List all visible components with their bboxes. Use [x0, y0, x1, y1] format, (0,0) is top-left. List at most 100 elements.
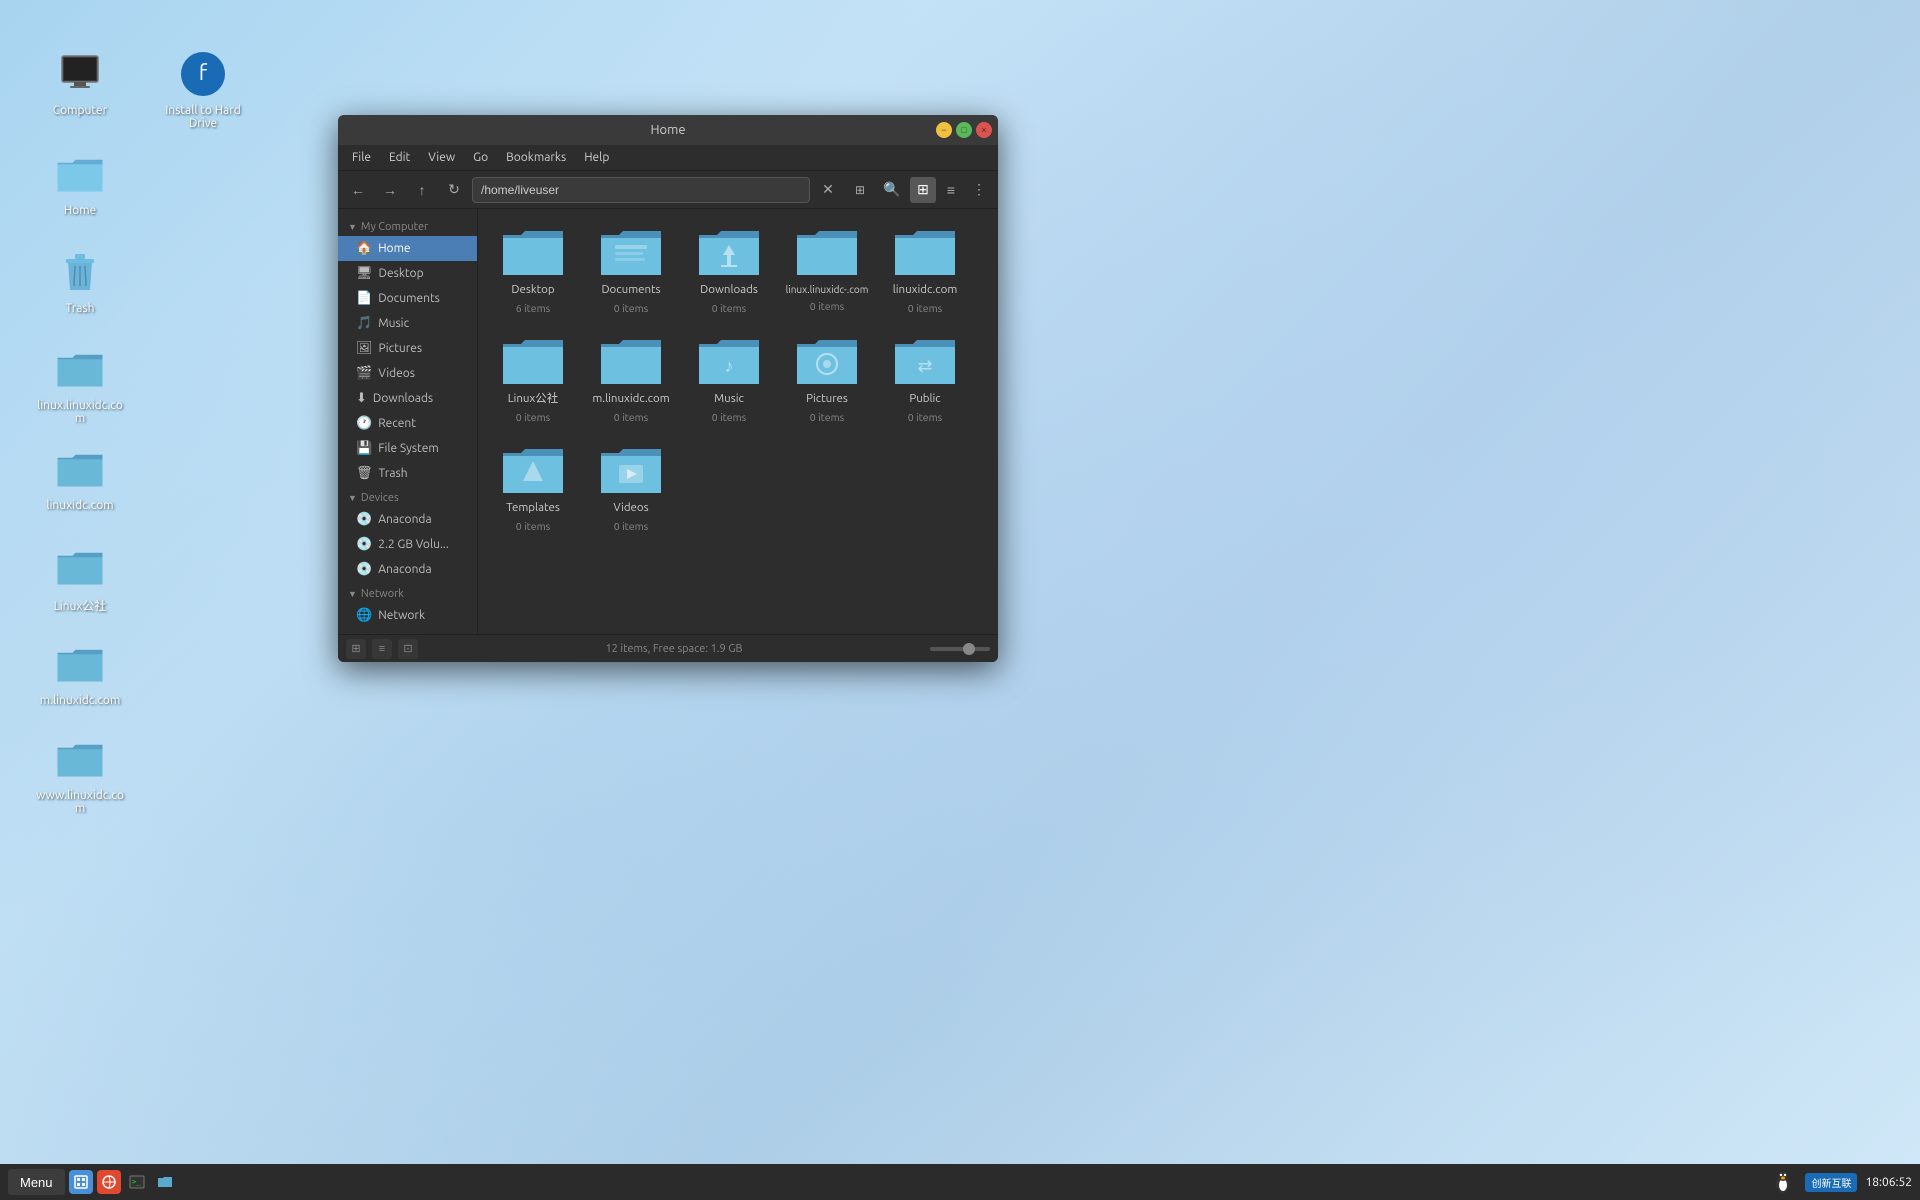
- menu-edit[interactable]: Edit: [381, 148, 418, 167]
- desktop-icon-m-linuxidc[interactable]: m.linuxidc.com: [35, 640, 125, 707]
- file-name: Public: [909, 392, 940, 407]
- file-count: 0 items: [516, 520, 550, 532]
- file-count: 0 items: [810, 411, 844, 423]
- more-options-button[interactable]: ⋮: [966, 177, 992, 203]
- file-name: Downloads: [700, 283, 758, 298]
- file-grid: Desktop 6 items Documents 0 items: [478, 209, 998, 634]
- sidebar-item-network[interactable]: 🌐 Network: [338, 603, 477, 628]
- svg-text:⇄: ⇄: [917, 356, 932, 376]
- sidebar-item-volume[interactable]: 💿 2.2 GB Volu...: [338, 532, 477, 557]
- desktop-icon-label: Trash: [65, 302, 94, 315]
- maximize-button[interactable]: □: [956, 122, 972, 138]
- taskbar-files-icon[interactable]: [69, 1170, 93, 1194]
- sidebar-item-downloads[interactable]: ⬇ Downloads: [338, 386, 477, 411]
- filesystem-icon: 💾: [356, 441, 372, 456]
- file-item[interactable]: linux.linuxidc-.com 0 items: [782, 219, 872, 320]
- desktop-icon-home[interactable]: Home: [35, 150, 125, 217]
- sidebar-item-anaconda2[interactable]: 💿 Anaconda: [338, 557, 477, 582]
- grid-view-button[interactable]: ⊞: [910, 177, 936, 203]
- file-item[interactable]: ♪ Music 0 items: [684, 328, 774, 429]
- folder-icon: [599, 225, 663, 279]
- sidebar-section-my-computer[interactable]: ▼ My Computer: [338, 215, 477, 236]
- file-item[interactable]: Templates 0 items: [488, 437, 578, 538]
- sidebar-item-anaconda1[interactable]: 💿 Anaconda: [338, 507, 477, 532]
- section-label: My Computer: [361, 221, 428, 233]
- desktop-icon-linux-gongse[interactable]: Linux公社: [35, 543, 125, 614]
- menu-help[interactable]: Help: [576, 148, 617, 167]
- sidebar-item-label: Recent: [378, 417, 416, 430]
- file-item[interactable]: Videos 0 items: [586, 437, 676, 538]
- desktop-icon-linux-linuxidc[interactable]: linux.linuxidc.com: [35, 345, 125, 425]
- desktop-icon-label: Home: [64, 204, 96, 217]
- disk-icon2: 💿: [356, 562, 372, 577]
- network-icon: 🌐: [356, 608, 372, 623]
- desktop-icon-si: 🖥: [356, 266, 373, 281]
- taskbar-browser-icon[interactable]: [97, 1170, 121, 1194]
- folder-pictures-icon: [795, 334, 859, 388]
- sidebar-item-home[interactable]: 🏠 Home: [338, 236, 477, 261]
- statusbar-btn2[interactable]: ≡: [372, 639, 392, 659]
- sidebar-item-label: Documents: [378, 292, 440, 305]
- statusbar-btn1[interactable]: ⊞: [346, 639, 366, 659]
- back-button[interactable]: ←: [344, 176, 372, 204]
- desktop-icon-linuxidc[interactable]: linuxidc.com: [35, 445, 125, 512]
- minimize-button[interactable]: −: [936, 122, 952, 138]
- recent-icon: 🕐: [356, 416, 372, 431]
- sidebar-section-network[interactable]: ▼ Network: [338, 582, 477, 603]
- folder-icon: [56, 543, 104, 591]
- taskbar-terminal-icon[interactable]: >_: [125, 1170, 149, 1194]
- address-bar[interactable]: [472, 177, 810, 203]
- clear-address-button[interactable]: ✕: [814, 176, 842, 204]
- up-button[interactable]: ↑: [408, 176, 436, 204]
- file-name: Music: [714, 392, 744, 407]
- file-item[interactable]: Linux公社 0 items: [488, 328, 578, 429]
- file-name: linux.linuxidc-.com: [786, 283, 869, 296]
- menu-go[interactable]: Go: [465, 148, 496, 167]
- refresh-button[interactable]: ↻: [440, 176, 468, 204]
- file-item[interactable]: linuxidc.com 0 items: [880, 219, 970, 320]
- menu-file[interactable]: File: [344, 148, 379, 167]
- file-item[interactable]: Desktop 6 items: [488, 219, 578, 320]
- file-item[interactable]: Documents 0 items: [586, 219, 676, 320]
- file-name: Desktop: [511, 283, 554, 298]
- sidebar-item-label: Anaconda: [378, 513, 431, 526]
- sidebar-item-label: Trash: [379, 467, 408, 480]
- statusbar-btn3[interactable]: ⊡: [398, 639, 418, 659]
- sidebar-item-music[interactable]: 🎵 Music: [338, 311, 477, 336]
- sidebar-item-label: Pictures: [379, 342, 423, 355]
- sidebar-item-pictures[interactable]: 🖼 Pictures: [338, 336, 477, 361]
- install-icon: f: [179, 50, 227, 98]
- file-item[interactable]: ⇄ Public 0 items: [880, 328, 970, 429]
- file-item[interactable]: Downloads 0 items: [684, 219, 774, 320]
- new-tab-button[interactable]: ⊞: [846, 176, 874, 204]
- search-button[interactable]: 🔍: [878, 176, 906, 204]
- list-view-button[interactable]: ≡: [938, 177, 964, 203]
- desktop-icon-trash[interactable]: Trash: [35, 248, 125, 315]
- desktop-icon-www-linuxidc[interactable]: www.linuxidc.com: [35, 735, 125, 815]
- sidebar-item-trash[interactable]: 🗑 Trash: [338, 461, 477, 486]
- forward-button[interactable]: →: [376, 176, 404, 204]
- file-name: Documents: [601, 283, 660, 298]
- desktop-icon-label: m.linuxidc.com: [40, 694, 121, 707]
- sidebar-item-recent[interactable]: 🕐 Recent: [338, 411, 477, 436]
- sidebar-item-videos[interactable]: 🎬 Videos: [338, 361, 477, 386]
- desktop-icon-label: Linux公社: [54, 597, 107, 614]
- menu-bookmarks[interactable]: Bookmarks: [498, 148, 574, 167]
- svg-text:>_: >_: [132, 1178, 141, 1186]
- taskbar-fm-icon[interactable]: [153, 1170, 177, 1194]
- file-item[interactable]: Pictures 0 items: [782, 328, 872, 429]
- desktop-icon-install[interactable]: f Install to Hard Drive: [158, 50, 248, 130]
- desktop-icon-computer[interactable]: Computer: [35, 50, 125, 117]
- file-name: Linux公社: [508, 392, 559, 407]
- menu-button[interactable]: Menu: [8, 1169, 65, 1195]
- menu-view[interactable]: View: [420, 148, 463, 167]
- zoom-slider[interactable]: [930, 647, 990, 651]
- sidebar-item-documents[interactable]: 📄 Documents: [338, 286, 477, 311]
- sidebar-section-devices[interactable]: ▼ Devices: [338, 486, 477, 507]
- folder-templates-icon: [501, 443, 565, 497]
- sidebar-item-desktop[interactable]: 🖥 Desktop: [338, 261, 477, 286]
- close-button[interactable]: ×: [976, 122, 992, 138]
- sidebar-item-filesystem[interactable]: 💾 File System: [338, 436, 477, 461]
- volume-icon: 💿: [356, 537, 372, 552]
- file-item[interactable]: m.linuxidc.com 0 items: [586, 328, 676, 429]
